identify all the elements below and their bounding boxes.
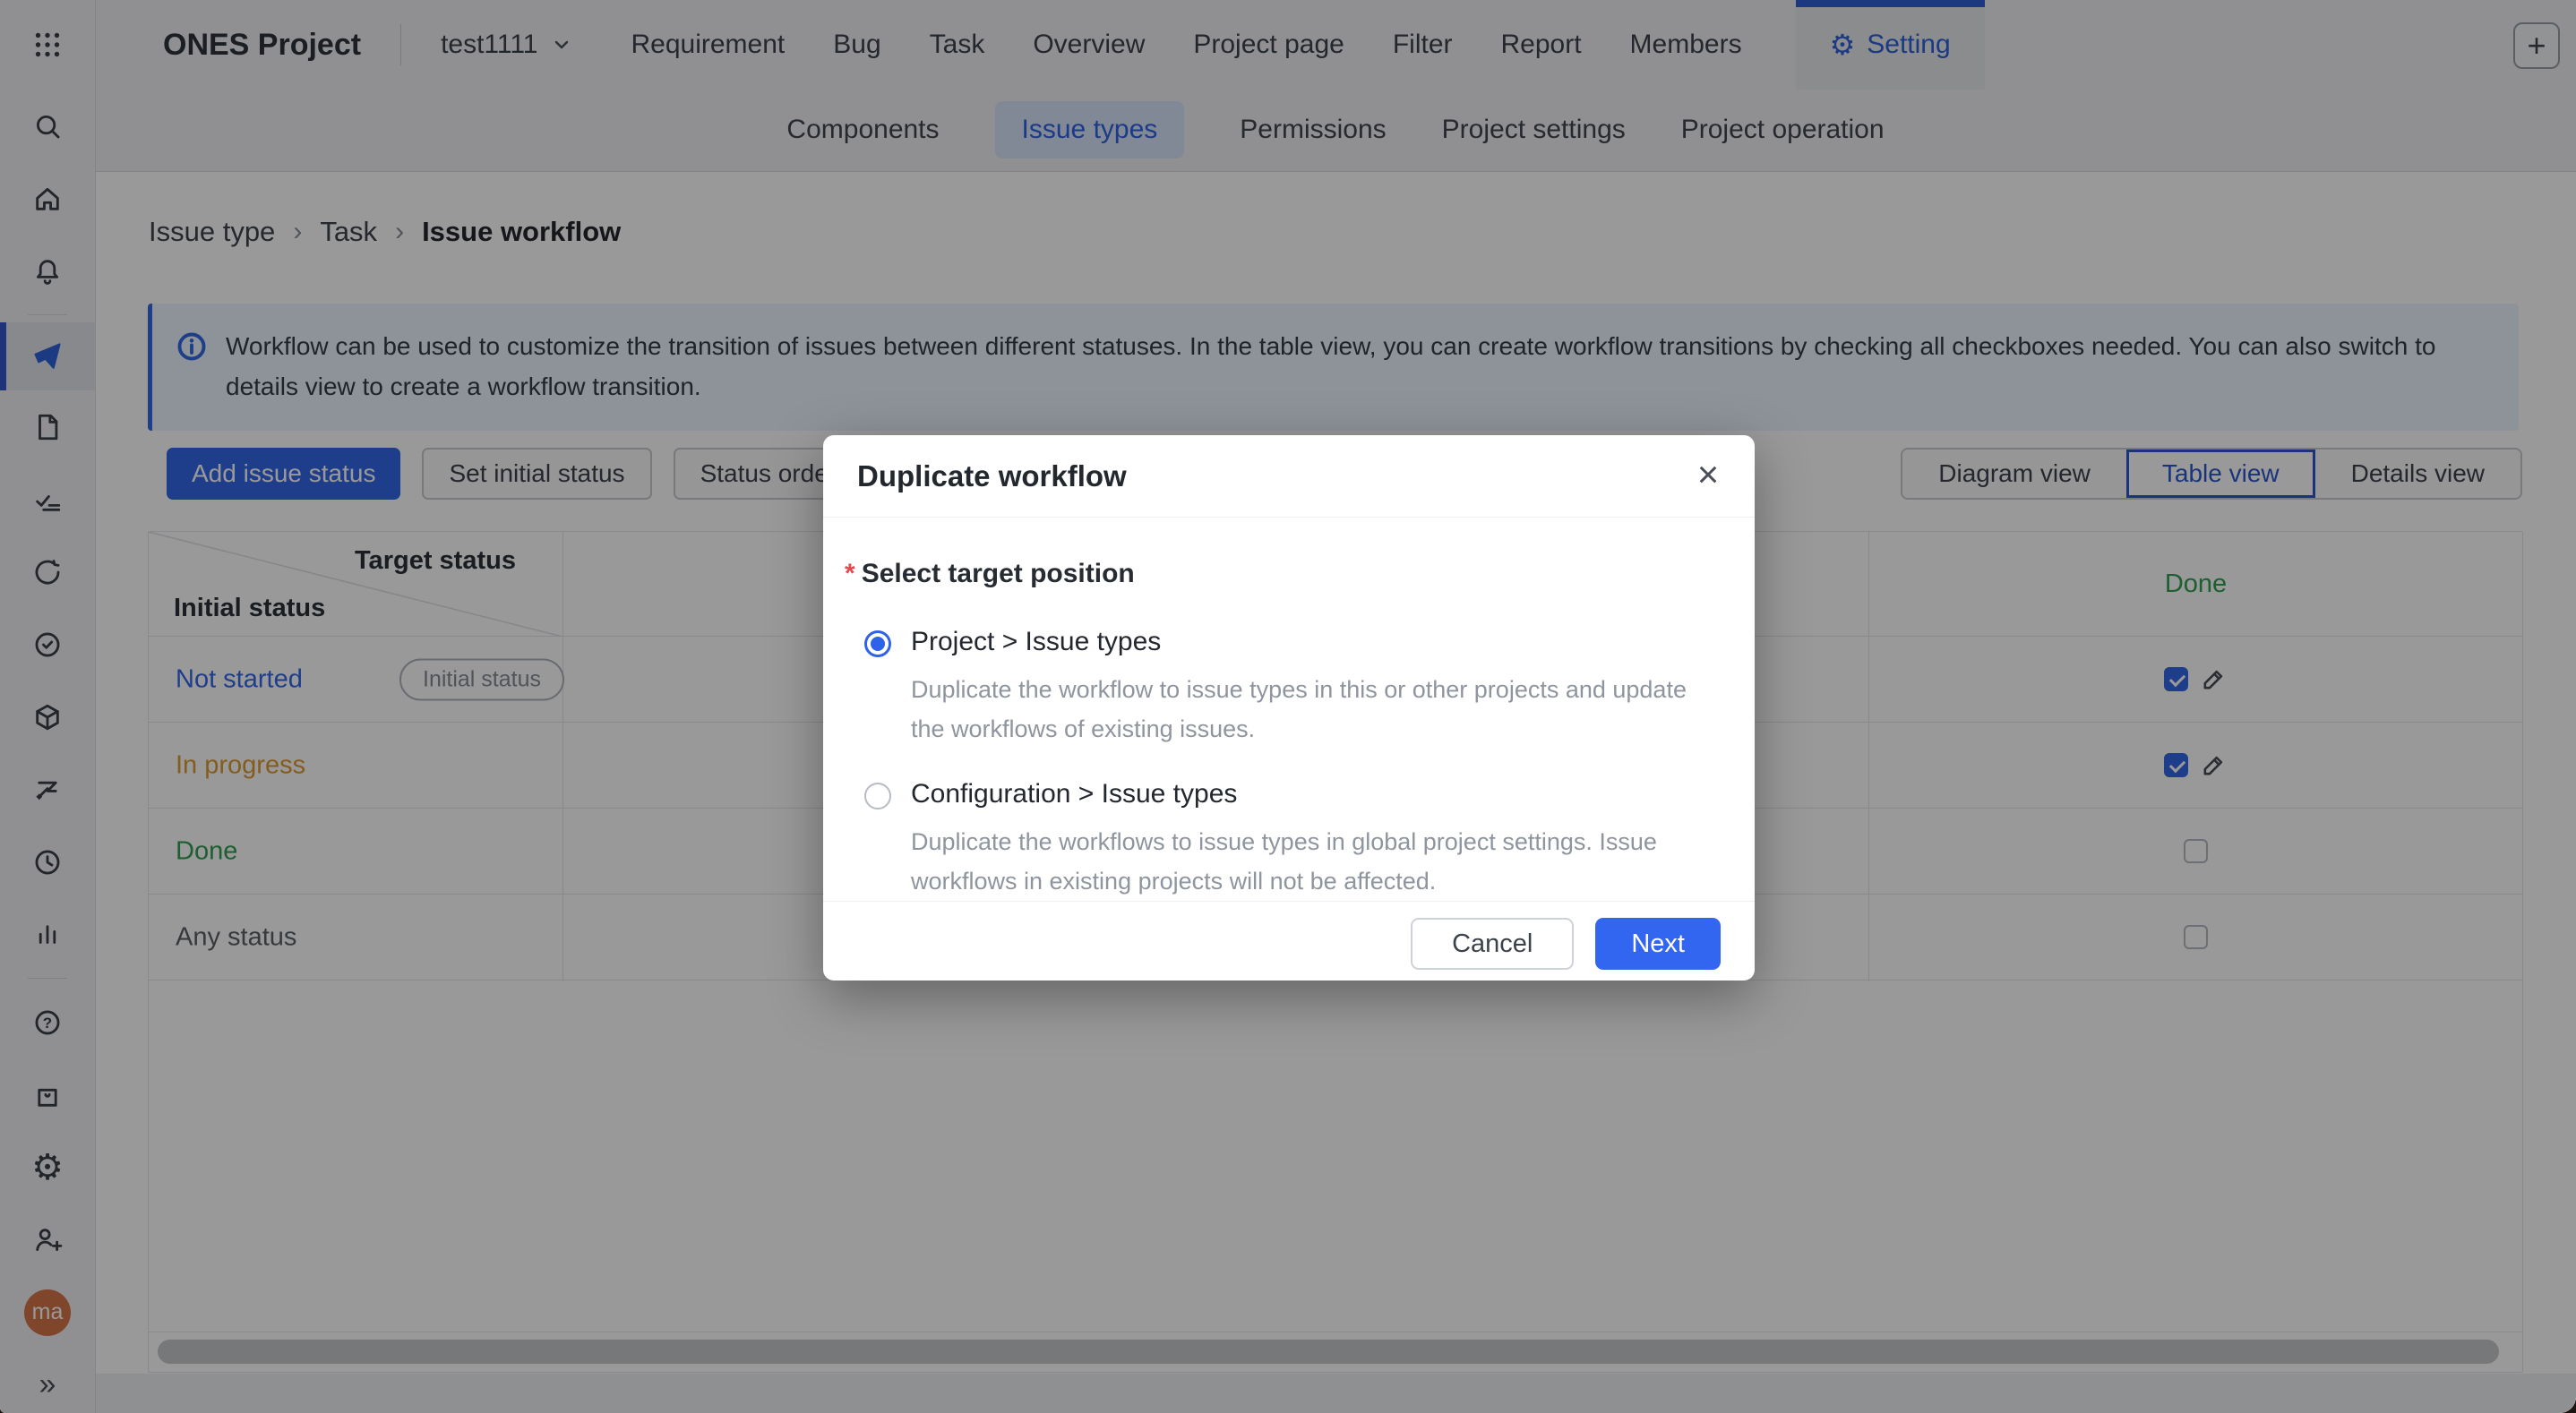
option-configuration-issue-types[interactable]: Configuration > Issue types Duplicate th… (845, 779, 1719, 901)
close-icon[interactable]: × (1687, 453, 1730, 496)
required-mark: * (845, 559, 855, 588)
radio-button[interactable] (864, 783, 891, 809)
option-description: Duplicate the workflow to issue types in… (911, 676, 1687, 742)
radio-button[interactable] (864, 630, 891, 657)
cancel-button[interactable]: Cancel (1411, 918, 1575, 970)
modal-body: * Select target position Project > Issue… (823, 518, 1755, 901)
option-label: Project > Issue types (911, 627, 1162, 656)
duplicate-workflow-modal: Duplicate workflow × * Select target pos… (823, 435, 1755, 981)
modal-title: Duplicate workflow (857, 458, 1127, 492)
application-window: ? ⚙ ma » ONES Project test1111 Requireme… (0, 0, 2576, 1413)
next-button[interactable]: Next (1595, 918, 1721, 970)
field-label: * Select target position (845, 559, 1719, 589)
field-label-text: Select target position (861, 559, 1135, 588)
modal-header: Duplicate workflow × (823, 435, 1755, 518)
option-description: Duplicate the workflows to issue types i… (911, 828, 1657, 895)
modal-footer: Cancel Next (823, 901, 1755, 986)
option-label: Configuration > Issue types (911, 779, 1238, 809)
option-project-issue-types[interactable]: Project > Issue types Duplicate the work… (845, 627, 1719, 749)
